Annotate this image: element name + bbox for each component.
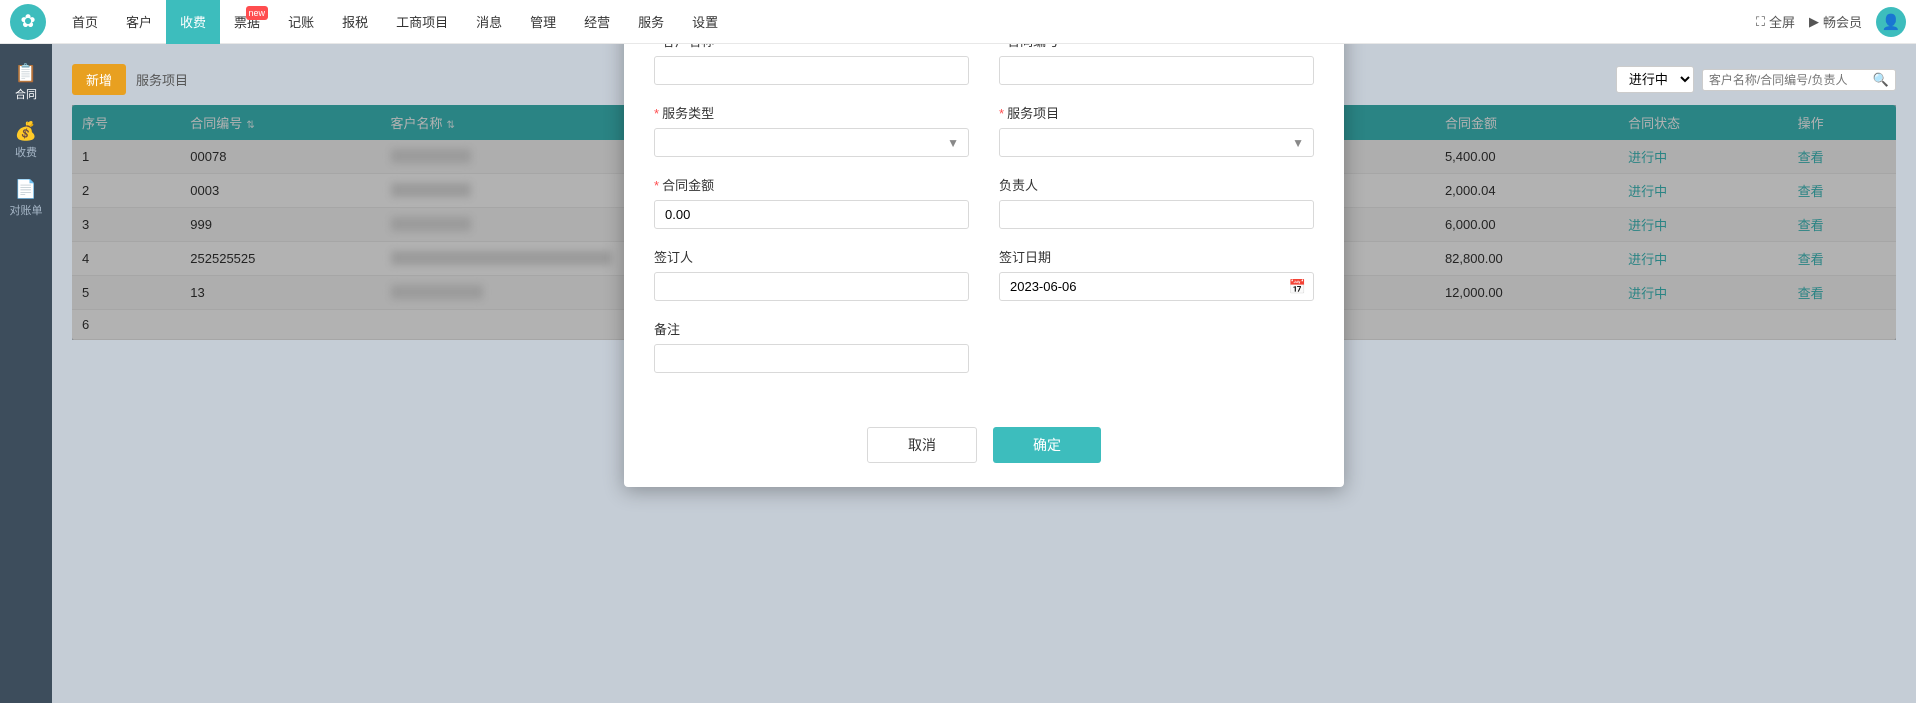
client-name-label: *客户名称: [654, 44, 969, 50]
confirm-button[interactable]: 确定: [993, 427, 1101, 463]
table-container: 序号 合同编号⇅ 客户名称⇅ 服务项目▼ 服务期限起止⇅ 合同金额 合同状态 操…: [72, 105, 1896, 340]
form-group-service-item: *服务项目 ▼: [999, 103, 1314, 157]
search-box: 🔍: [1702, 69, 1896, 91]
search-input[interactable]: [1709, 73, 1869, 87]
fullscreen-button[interactable]: ⛶ 全屏: [1756, 12, 1795, 31]
logo[interactable]: ✿: [10, 4, 46, 40]
form-group-signer: 签订人: [654, 247, 969, 301]
remark-label: 备注: [654, 319, 969, 338]
contract-icon: 📋: [15, 64, 37, 82]
form-group-sign-date: 签订日期 📅: [999, 247, 1314, 301]
new-badge: new: [246, 6, 269, 20]
sign-date-input[interactable]: [999, 272, 1314, 301]
sidebar-item-reconcile[interactable]: 📄 对账单: [0, 170, 52, 228]
form-row-2: *服务类型 ▼: [654, 103, 1314, 157]
signer-label: 签订人: [654, 247, 969, 266]
nav-items: 首页 客户 收费 票据 new 记账 报税 工商项目 消息 管理 经营: [58, 0, 1756, 44]
avatar-icon: 👤: [1882, 13, 1901, 31]
form-group-contract-no: *合同编号: [999, 44, 1314, 85]
contract-no-input[interactable]: [999, 56, 1314, 85]
logo-icon: ✿: [20, 11, 35, 32]
contract-no-label: *合同编号: [999, 44, 1314, 50]
nav-invoice[interactable]: 收费: [166, 0, 220, 44]
amount-label: *合同金额: [654, 175, 969, 194]
form-group-empty: [999, 319, 1314, 373]
modal-footer: 取消 确定: [624, 411, 1344, 487]
play-icon: ▶: [1809, 14, 1819, 30]
nav-service[interactable]: 服务: [624, 0, 678, 44]
responsible-input[interactable]: [999, 200, 1314, 229]
form-group-remark: 备注: [654, 319, 969, 373]
service-type-select-wrap: ▼: [654, 128, 969, 157]
main-layout: 📋 合同 💰 收费 📄 对账单 新增 服务项目 进行中 已完成 已终止: [0, 44, 1916, 703]
form-row-4: 签订人 签订日期 📅: [654, 247, 1314, 301]
responsible-label: 负责人: [999, 175, 1314, 194]
fullscreen-icon: ⛶: [1756, 14, 1765, 30]
fee-icon: 💰: [15, 122, 37, 140]
form-row-5: 备注: [654, 319, 1314, 373]
sidebar: 📋 合同 💰 收费 📄 对账单: [0, 44, 52, 703]
content-area: 新增 服务项目 进行中 已完成 已终止 🔍 序号: [52, 44, 1916, 703]
nav-message[interactable]: 消息: [462, 0, 516, 44]
form-group-amount: *合同金额: [654, 175, 969, 229]
amount-input[interactable]: [654, 200, 969, 229]
nav-client[interactable]: 客户: [112, 0, 166, 44]
reconcile-icon: 📄: [15, 180, 37, 198]
calendar-icon[interactable]: 📅: [1289, 278, 1306, 295]
form-group-responsible: 负责人: [999, 175, 1314, 229]
sign-date-wrap: 📅: [999, 272, 1314, 301]
new-button[interactable]: 新增: [72, 64, 126, 95]
service-type-label: *服务类型: [654, 103, 969, 122]
nav-right: ⛶ 全屏 ▶ 畅会员 👤: [1756, 7, 1906, 37]
nav-account[interactable]: 记账: [274, 0, 328, 44]
cancel-button[interactable]: 取消: [867, 427, 977, 463]
service-type-select[interactable]: [654, 128, 969, 157]
top-nav: ✿ 首页 客户 收费 票据 new 记账 报税 工商项目 消息 管理: [0, 0, 1916, 44]
toolbar-right: 进行中 已完成 已终止 🔍: [1616, 66, 1896, 93]
modal-body: *客户名称 *合同编号: [624, 44, 1344, 411]
client-name-input[interactable]: [654, 56, 969, 85]
signer-input[interactable]: [654, 272, 969, 301]
nav-settings[interactable]: 设置: [678, 0, 732, 44]
nav-operation[interactable]: 经营: [570, 0, 624, 44]
search-icon[interactable]: 🔍: [1873, 72, 1889, 88]
nav-tax[interactable]: 报税: [328, 0, 382, 44]
status-select[interactable]: 进行中 已完成 已终止: [1616, 66, 1694, 93]
avatar[interactable]: 👤: [1876, 7, 1906, 37]
nav-home[interactable]: 首页: [58, 0, 112, 44]
form-group-service-type: *服务类型 ▼: [654, 103, 969, 157]
form-group-client-name: *客户名称: [654, 44, 969, 85]
nav-manage[interactable]: 管理: [516, 0, 570, 44]
remark-input[interactable]: [654, 344, 969, 373]
sidebar-item-contract[interactable]: 📋 合同: [0, 54, 52, 112]
form-row-1: *客户名称 *合同编号: [654, 44, 1314, 85]
sign-date-label: 签订日期: [999, 247, 1314, 266]
service-item-label: *服务项目: [999, 103, 1314, 122]
service-label: 服务项目: [136, 70, 188, 89]
nav-business[interactable]: 工商项目: [382, 0, 462, 44]
modal: 新建合同 × *客户名称: [624, 44, 1344, 487]
service-item-select[interactable]: [999, 128, 1314, 157]
nav-ticket[interactable]: 票据 new: [220, 0, 274, 44]
modal-overlay: 新建合同 × *客户名称: [72, 105, 1896, 340]
sidebar-item-fee[interactable]: 💰 收费: [0, 112, 52, 170]
service-item-select-wrap: ▼: [999, 128, 1314, 157]
member-button[interactable]: ▶ 畅会员: [1809, 12, 1862, 31]
form-row-3: *合同金额 负责人: [654, 175, 1314, 229]
